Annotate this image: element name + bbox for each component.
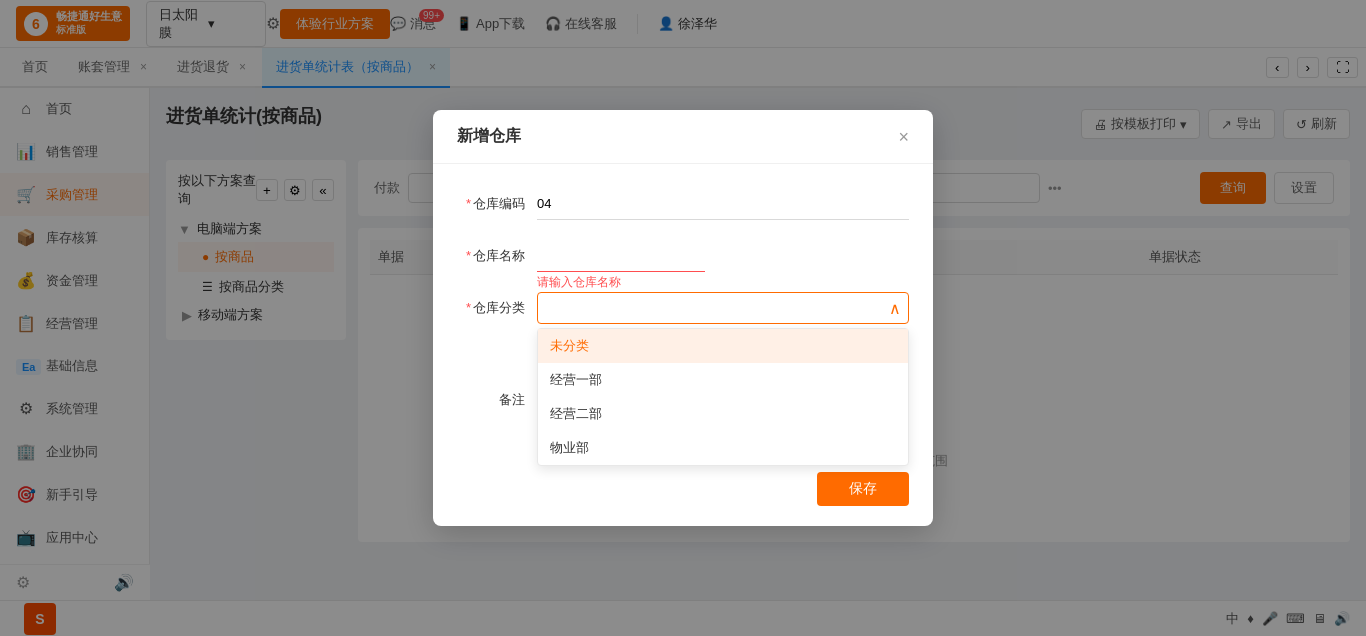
name-error-msg: 请输入仓库名称	[537, 274, 621, 291]
modal-title: 新增仓库	[457, 126, 521, 147]
dropdown-item-unclassified[interactable]: 未分类	[538, 329, 908, 363]
dropdown-item-ops1[interactable]: 经营一部	[538, 363, 908, 397]
save-button[interactable]: 保存	[817, 472, 909, 506]
category-dropdown: 未分类 经营一部 经营二部 物业部	[537, 328, 909, 466]
category-toggle-icon[interactable]: ∧	[889, 299, 901, 318]
name-input[interactable]	[537, 240, 705, 272]
modal-footer: 保存	[433, 460, 933, 526]
dropdown-item-property[interactable]: 物业部	[538, 431, 908, 465]
modal-body: 仓库编码 仓库名称 请输入仓库名称 仓库分类 ∧	[433, 164, 933, 460]
category-input[interactable]	[537, 292, 909, 324]
dropdown-item-ops2[interactable]: 经营二部	[538, 397, 908, 431]
new-warehouse-modal: 新增仓库 × 仓库编码 仓库名称 请输入仓库名称 仓库分类	[433, 110, 933, 526]
modal-overlay: 新增仓库 × 仓库编码 仓库名称 请输入仓库名称 仓库分类	[0, 0, 1366, 636]
category-field-row: 仓库分类 ∧ 未分类 经营一部 经营二部	[457, 292, 909, 324]
name-label: 仓库名称	[457, 240, 537, 272]
code-field-row: 仓库编码	[457, 188, 909, 220]
name-field-row: 仓库名称 请输入仓库名称	[457, 240, 909, 272]
modal-close-button[interactable]: ×	[898, 128, 909, 146]
category-label: 仓库分类	[457, 292, 537, 324]
code-input[interactable]	[537, 188, 909, 220]
note-label: 备注	[457, 384, 537, 416]
modal-header: 新增仓库 ×	[433, 110, 933, 164]
code-label: 仓库编码	[457, 188, 537, 220]
category-input-wrap: ∧	[537, 292, 909, 324]
